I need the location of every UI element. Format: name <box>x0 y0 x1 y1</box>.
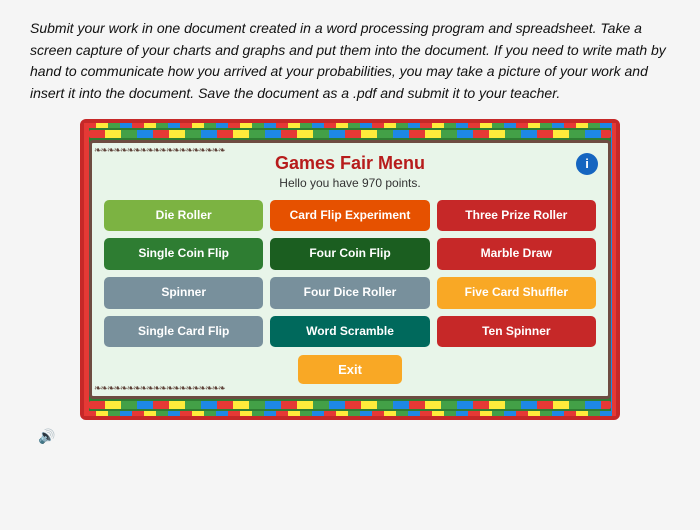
menu-header: Games Fair Menu Hello you have 970 point… <box>104 153 596 192</box>
spinner-button[interactable]: Spinner <box>104 277 263 309</box>
info-icon[interactable]: i <box>576 153 598 175</box>
menu-subtitle: Hello you have 970 points. <box>279 176 420 190</box>
exit-button[interactable]: Exit <box>298 355 402 384</box>
exit-row: Exit <box>104 355 596 384</box>
instruction-text: Submit your work in one document created… <box>30 18 670 105</box>
marble-draw-button[interactable]: Marble Draw <box>437 238 596 270</box>
menu-title: Games Fair Menu <box>104 153 596 174</box>
five-card-shuffler-button[interactable]: Five Card Shuffler <box>437 277 596 309</box>
word-scramble-button[interactable]: Word Scramble <box>270 316 429 348</box>
die-roller-button[interactable]: Die Roller <box>104 200 263 232</box>
top-stripe <box>89 130 611 138</box>
ten-spinner-button[interactable]: Ten Spinner <box>437 316 596 348</box>
bottom-bar: 🔊 <box>30 424 670 449</box>
page-container: Submit your work in one document created… <box>0 0 700 459</box>
card-flip-experiment-button[interactable]: Card Flip Experiment <box>270 200 429 232</box>
game-menu-outer: i Games Fair Menu Hello you have 970 poi… <box>80 119 620 420</box>
single-coin-flip-button[interactable]: Single Coin Flip <box>104 238 263 270</box>
speaker-icon[interactable]: 🔊 <box>38 428 55 445</box>
four-dice-roller-button[interactable]: Four Dice Roller <box>270 277 429 309</box>
single-card-flip-button[interactable]: Single Card Flip <box>104 316 263 348</box>
menu-grid: Die Roller Card Flip Experiment Three Pr… <box>104 200 596 347</box>
four-coin-flip-button[interactable]: Four Coin Flip <box>270 238 429 270</box>
bottom-stripe <box>89 401 611 409</box>
game-menu-inner: i Games Fair Menu Hello you have 970 poi… <box>89 140 611 399</box>
three-prize-roller-button[interactable]: Three Prize Roller <box>437 200 596 232</box>
